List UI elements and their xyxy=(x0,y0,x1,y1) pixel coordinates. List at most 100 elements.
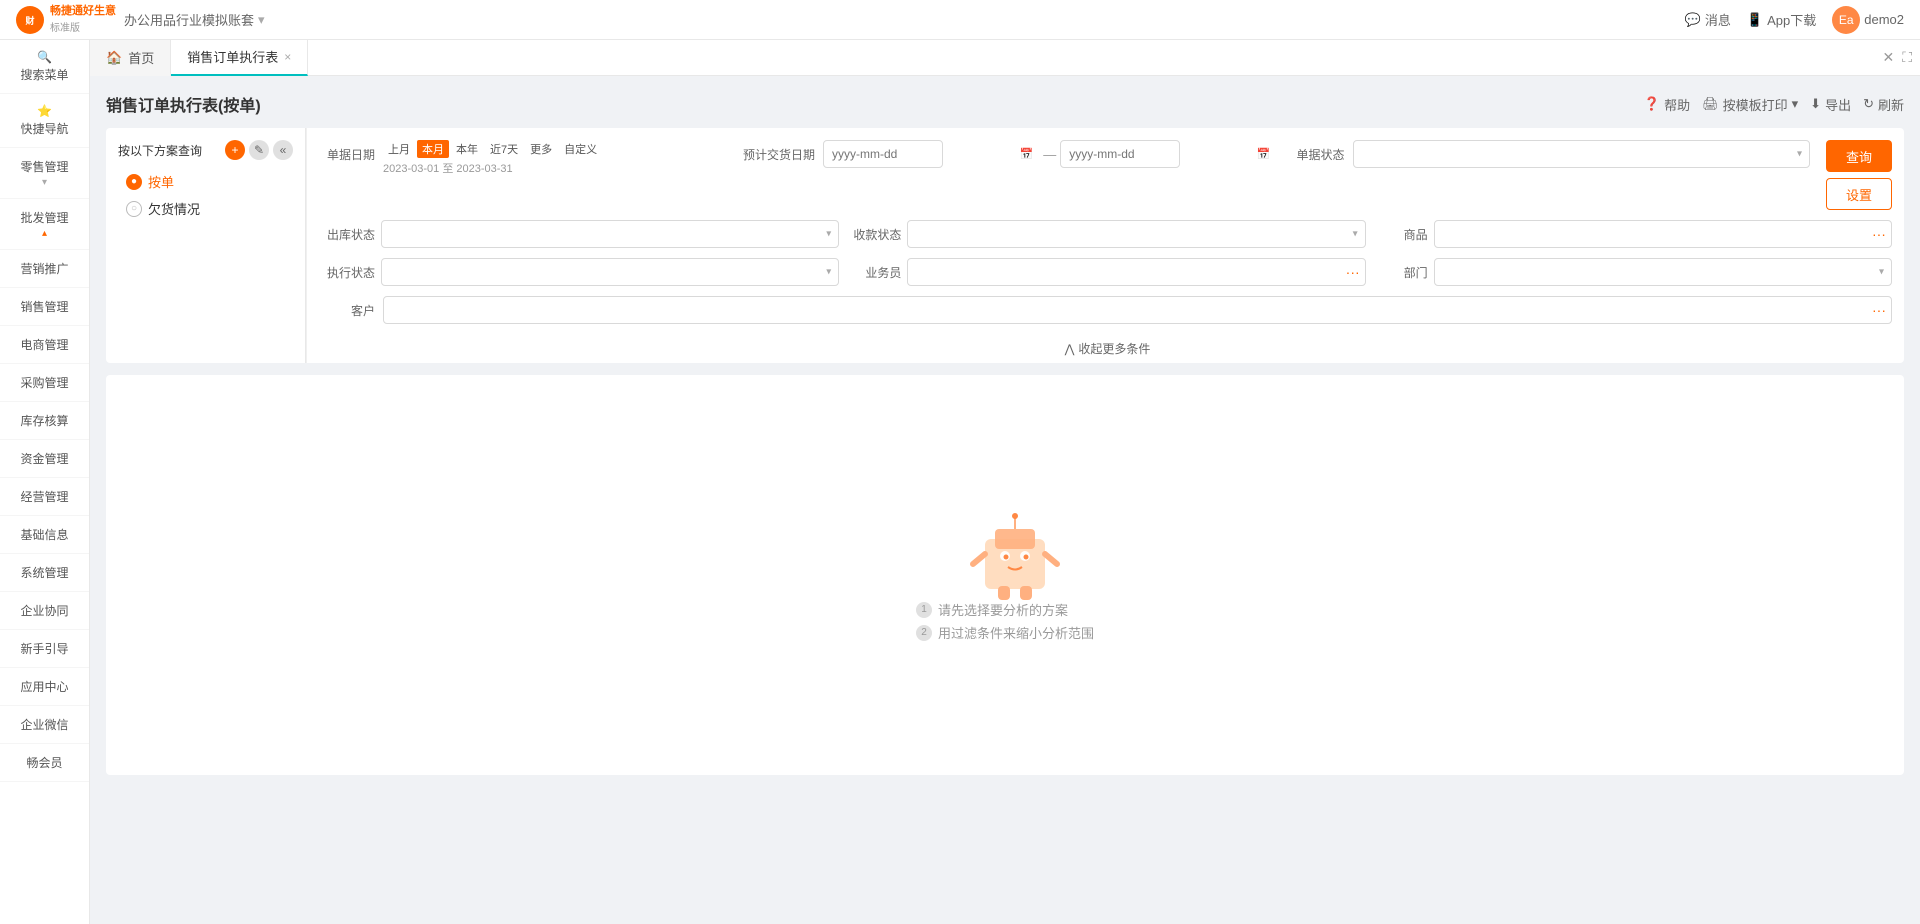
date-quick-row: 上月 本月 本年 近7天 更多 自定义 xyxy=(383,140,602,158)
app-download-btn[interactable]: 📱 App下载 xyxy=(1747,10,1816,29)
print-btn[interactable]: 🖨 按模板打印 ▾ xyxy=(1702,95,1798,114)
settings-btn[interactable]: 设置 xyxy=(1826,178,1892,210)
print-icon: 🖨 xyxy=(1702,96,1719,112)
logo-subtitle: 标准版 xyxy=(50,19,116,34)
message-btn[interactable]: 💬 消息 xyxy=(1685,10,1731,29)
sidebar-item-wechat[interactable]: 企业微信 xyxy=(0,706,89,744)
filter-row-1: 单据日期 上月 本月 本年 近7天 更多 自定义 xyxy=(323,140,1892,210)
sidebar-item-system[interactable]: 系统管理 xyxy=(0,554,89,592)
sidebar-item-guide[interactable]: 新手引导 xyxy=(0,630,89,668)
filter-row-3: 执行状态 业务员 xyxy=(323,258,1892,286)
user-menu-btn[interactable]: Ea demo2 xyxy=(1832,6,1904,34)
dept-select[interactable] xyxy=(1434,258,1892,286)
salesperson-dots-btn[interactable]: ··· xyxy=(1346,264,1360,280)
sidebar-item-quick-nav[interactable]: ⭐ 快捷导航 xyxy=(0,94,89,148)
help-icon: ❓ xyxy=(1644,96,1660,112)
scheme-collapse-btn[interactable]: « xyxy=(273,140,293,160)
sidebar-item-ecommerce[interactable]: 电商管理 xyxy=(0,326,89,364)
sidebar-item-marketing[interactable]: 营销推广 xyxy=(0,250,89,288)
goods-input-wrap: ··· xyxy=(1434,220,1892,248)
sidebar-item-finance[interactable]: 资金管理 xyxy=(0,440,89,478)
date-quick-this-year[interactable]: 本年 xyxy=(451,140,483,158)
payment-status-select[interactable] xyxy=(907,220,1365,248)
date-field-group: 单据日期 上月 本月 本年 近7天 更多 自定义 xyxy=(323,140,743,176)
scheme-add-btn[interactable]: + xyxy=(225,140,245,160)
user-avatar: Ea xyxy=(1832,6,1860,34)
sidebar-item-inventory[interactable]: 库存核算 xyxy=(0,402,89,440)
sidebar-item-purchase[interactable]: 采购管理 xyxy=(0,364,89,402)
doc-status-select[interactable] xyxy=(1353,140,1811,168)
sidebar-item-business[interactable]: 经营管理 xyxy=(0,478,89,516)
sidebar-item-wholesale[interactable]: 批发管理 ▴ xyxy=(0,199,89,250)
logo-area: 财 畅捷通好生意 标准版 xyxy=(16,5,116,33)
export-btn[interactable]: ⬇ 导出 xyxy=(1810,95,1851,114)
tab-close-all-icon[interactable]: ✕ xyxy=(1882,49,1894,66)
sidebar: 🔍 搜索菜单 ⭐ 快捷导航 零售管理 ▾ 批发管理 ▴ 营销推广 销售管理 电商… xyxy=(0,40,90,924)
exec-status-select[interactable] xyxy=(381,258,839,286)
wholesale-arrow-icon: ▴ xyxy=(42,228,47,239)
sidebar-item-search-menu[interactable]: 🔍 搜索菜单 xyxy=(0,40,89,94)
sidebar-item-base-info[interactable]: 基础信息 xyxy=(0,516,89,554)
col-field-exec-status: 执行状态 xyxy=(323,258,839,286)
expected-date-end-input[interactable] xyxy=(1060,140,1180,168)
empty-state-panel: 1 请先选择要分析的方案 2 用过滤条件来缩小分析范围 xyxy=(106,375,1904,775)
filter-inner: 按以下方案查询 + ✎ « ● 按单 ○ xyxy=(106,128,1904,363)
refresh-icon: ↻ xyxy=(1863,96,1874,112)
filter-row-2: 出库状态 收款状态 xyxy=(323,220,1892,248)
tab-sales-exec[interactable]: 销售订单执行表 × xyxy=(171,40,308,76)
expected-date-start-input[interactable] xyxy=(823,140,943,168)
download-icon: 📱 xyxy=(1747,12,1763,28)
customer-dots-btn[interactable]: ··· xyxy=(1872,302,1886,318)
salesperson-label: 业务员 xyxy=(849,264,901,281)
breadcrumb: 办公用品行业模拟账套 ▾ xyxy=(124,10,265,29)
refresh-btn[interactable]: ↻ 刷新 xyxy=(1863,95,1904,114)
query-actions: 查询 设置 xyxy=(1826,140,1892,210)
page-title-bar: 销售订单执行表(按单) ❓ 帮助 🖨 按模板打印 ▾ ⬇ 导出 xyxy=(106,92,1904,116)
date-quick-custom[interactable]: 自定义 xyxy=(559,140,602,158)
expected-date-label: 预计交货日期 xyxy=(743,146,815,163)
home-icon: 🏠 xyxy=(106,50,122,66)
sidebar-item-app-center[interactable]: 应用中心 xyxy=(0,668,89,706)
tab-home[interactable]: 🏠 首页 xyxy=(90,40,171,76)
tab-expand-icon[interactable]: ⛶ xyxy=(1902,49,1912,66)
dept-label: 部门 xyxy=(1376,264,1428,281)
query-btn[interactable]: 查询 xyxy=(1826,140,1892,172)
cal-icon-right: 📅 xyxy=(1257,148,1271,161)
doc-status-group: 单据状态 xyxy=(1277,140,1811,168)
tip-num-0: 1 xyxy=(916,602,932,618)
col-field-delivery-status: 出库状态 xyxy=(323,220,839,248)
sidebar-item-retail[interactable]: 零售管理 ▾ xyxy=(0,148,89,199)
scheme-item-0[interactable]: ● 按单 xyxy=(118,168,293,195)
scheme-header: 按以下方案查询 + ✎ « xyxy=(118,140,293,160)
date-quick-last-month[interactable]: 上月 xyxy=(383,140,415,158)
filter-row-4: 客户 ··· xyxy=(323,296,1892,324)
collapse-more-btn[interactable]: ⋀ 收起更多条件 xyxy=(323,334,1892,363)
customer-input-wrap: ··· xyxy=(383,296,1892,324)
tab-close-icon[interactable]: × xyxy=(284,50,291,64)
delivery-status-select[interactable] xyxy=(381,220,839,248)
page-content: 销售订单执行表(按单) ❓ 帮助 🖨 按模板打印 ▾ ⬇ 导出 xyxy=(90,76,1920,924)
col-field-salesperson: 业务员 ··· xyxy=(849,258,1365,286)
customer-label: 客户 xyxy=(323,302,375,319)
goods-dots-btn[interactable]: ··· xyxy=(1872,226,1886,242)
page-actions: ❓ 帮助 🖨 按模板打印 ▾ ⬇ 导出 ↻ 刷新 xyxy=(1644,95,1904,114)
sidebar-item-member[interactable]: 畅会员 xyxy=(0,744,89,782)
dept-select-wrap xyxy=(1434,258,1892,286)
quick-nav-icon: ⭐ xyxy=(37,104,52,118)
exec-status-label: 执行状态 xyxy=(323,264,375,281)
empty-tip-1: 2 用过滤条件来缩小分析范围 xyxy=(916,623,1094,642)
scheme-item-1[interactable]: ○ 欠货情况 xyxy=(118,195,293,222)
date-range-text: 2023-03-01 至 2023-03-31 xyxy=(383,160,602,176)
scheme-edit-btn[interactable]: ✎ xyxy=(249,140,269,160)
help-btn[interactable]: ❓ 帮助 xyxy=(1644,95,1690,114)
date-quick-this-month[interactable]: 本月 xyxy=(417,140,449,158)
tabs-right: ✕ ⛶ xyxy=(1882,49,1920,66)
date-quick-7days[interactable]: 近7天 xyxy=(485,140,523,158)
date-quick-more[interactable]: 更多 xyxy=(525,140,557,158)
expected-date-start-wrap: 📅 xyxy=(823,140,1039,168)
expected-date-range: 📅 — 📅 xyxy=(823,140,1276,168)
sidebar-item-enterprise[interactable]: 企业协同 xyxy=(0,592,89,630)
sidebar-item-sales[interactable]: 销售管理 xyxy=(0,288,89,326)
message-icon: 💬 xyxy=(1685,12,1701,28)
breadcrumb-drop-icon[interactable]: ▾ xyxy=(258,12,265,28)
